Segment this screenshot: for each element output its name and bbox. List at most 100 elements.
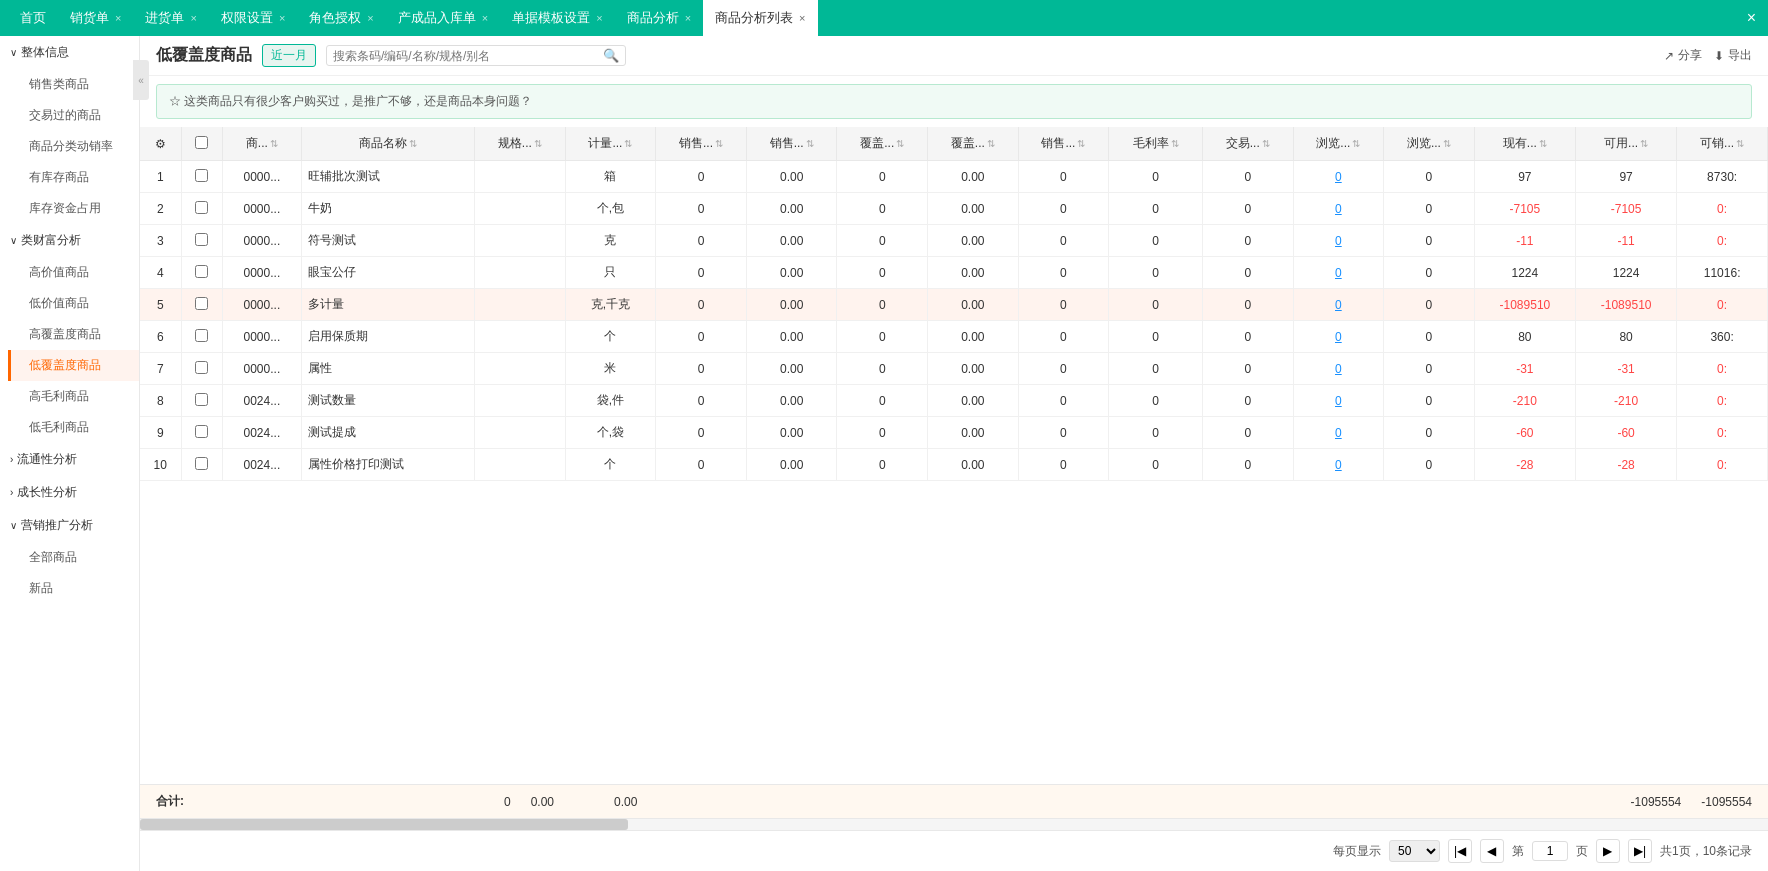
row-checkbox[interactable]	[195, 393, 208, 406]
close-icon[interactable]: ×	[279, 12, 285, 24]
th-cover1[interactable]: 覆盖...⇅	[837, 127, 928, 161]
table-cell: 1224	[1576, 257, 1677, 289]
th-cover2[interactable]: 覆盖...⇅	[928, 127, 1019, 161]
sidebar-collapse-button[interactable]: «	[133, 60, 149, 100]
th-sales-qty[interactable]: 销售...⇅	[656, 127, 747, 161]
row-checkbox[interactable]	[195, 265, 208, 278]
close-icon[interactable]: ×	[482, 12, 488, 24]
table-cell: -28	[1474, 449, 1575, 481]
share-button[interactable]: ↗ 分享	[1664, 47, 1702, 64]
select-all-checkbox[interactable]	[195, 136, 208, 149]
th-browse1[interactable]: 浏览...⇅	[1293, 127, 1384, 161]
th-sales3[interactable]: 销售...⇅	[1018, 127, 1109, 161]
table-cell: 80	[1576, 321, 1677, 353]
sidebar-item-high-profit[interactable]: 高毛利商品	[8, 381, 139, 412]
th-setting[interactable]: ⚙	[140, 127, 181, 161]
row-checkbox[interactable]	[195, 169, 208, 182]
table-cell	[475, 385, 566, 417]
nav-tab-purchase[interactable]: 进货单 ×	[133, 0, 208, 36]
table-cell	[181, 449, 222, 481]
prev-page-button[interactable]: ◀	[1480, 839, 1504, 863]
sidebar-section-overview[interactable]: ∨ 整体信息	[0, 36, 139, 69]
close-icon[interactable]: ×	[367, 12, 373, 24]
table-cell: 0	[1109, 353, 1203, 385]
th-name[interactable]: 商品名称⇅	[301, 127, 474, 161]
nav-tab-home[interactable]: 首页	[8, 0, 58, 36]
sidebar-item-category-rate[interactable]: 商品分类动销率	[8, 131, 139, 162]
horizontal-scrollbar[interactable]	[140, 818, 1768, 830]
nav-tab-inbound[interactable]: 产成品入库单 ×	[386, 0, 500, 36]
th-trade[interactable]: 交易...⇅	[1202, 127, 1293, 161]
sidebar-item-low-value[interactable]: 低价值商品	[8, 288, 139, 319]
sidebar-section-growth[interactable]: › 成长性分析	[0, 476, 139, 509]
sidebar-item-sales-goods[interactable]: 销售类商品	[8, 69, 139, 100]
close-icon[interactable]: ×	[685, 12, 691, 24]
last-page-button[interactable]: ▶|	[1628, 839, 1652, 863]
nav-tab-template[interactable]: 单据模板设置 ×	[500, 0, 614, 36]
row-checkbox[interactable]	[195, 457, 208, 470]
page-size-select[interactable]: 50 100 200	[1389, 840, 1440, 862]
date-filter-button[interactable]: 近一月	[262, 44, 316, 67]
th-current-stock[interactable]: 现有...⇅	[1474, 127, 1575, 161]
first-page-button[interactable]: |◀	[1448, 839, 1472, 863]
nav-tab-analysis[interactable]: 商品分析 ×	[615, 0, 703, 36]
search-box: 🔍	[326, 45, 626, 66]
th-checkbox[interactable]	[181, 127, 222, 161]
close-icon[interactable]: ×	[799, 12, 805, 24]
row-checkbox[interactable]	[195, 425, 208, 438]
table-cell: 0.00	[928, 193, 1019, 225]
table-cell: 0	[837, 161, 928, 193]
table-cell: 0000...	[222, 161, 301, 193]
sidebar-item-stock-capital[interactable]: 库存资金占用	[8, 193, 139, 224]
table-cell: 0024...	[222, 417, 301, 449]
row-checkbox[interactable]	[195, 361, 208, 374]
table-cell: 0.00	[928, 353, 1019, 385]
th-spec[interactable]: 规格...⇅	[475, 127, 566, 161]
export-icon: ⬇	[1714, 49, 1724, 63]
nav-tab-role[interactable]: 角色授权 ×	[297, 0, 385, 36]
table-cell: -11	[1474, 225, 1575, 257]
th-sales-amt[interactable]: 销售...⇅	[746, 127, 837, 161]
nav-tab-analysis-list[interactable]: 商品分析列表 ×	[703, 0, 817, 36]
th-unit[interactable]: 计量...⇅	[565, 127, 656, 161]
sidebar-item-high-coverage[interactable]: 高覆盖度商品	[8, 319, 139, 350]
sidebar-item-low-coverage[interactable]: 低覆盖度商品	[8, 350, 139, 381]
row-checkbox[interactable]	[195, 233, 208, 246]
pagination-bar: 每页显示 50 100 200 |◀ ◀ 第 页 ▶ ▶| 共1页，10条记录	[140, 830, 1768, 871]
sidebar-section-wealth[interactable]: ∨ 类财富分析	[0, 224, 139, 257]
nav-tab-permission[interactable]: 权限设置 ×	[209, 0, 297, 36]
sidebar-item-low-profit[interactable]: 低毛利商品	[8, 412, 139, 443]
sidebar-item-new-goods[interactable]: 新品	[8, 573, 139, 604]
sidebar-item-traded-goods[interactable]: 交易过的商品	[8, 100, 139, 131]
nav-tab-sales[interactable]: 销货单 ×	[58, 0, 133, 36]
row-checkbox[interactable]	[195, 329, 208, 342]
search-input[interactable]	[333, 49, 603, 63]
sidebar-item-all-goods[interactable]: 全部商品	[8, 542, 139, 573]
sidebar-item-high-value[interactable]: 高价值商品	[8, 257, 139, 288]
th-saleable[interactable]: 可销...⇅	[1677, 127, 1768, 161]
total-current-stock: -1095554	[1631, 795, 1682, 809]
table-cell: 0	[656, 321, 747, 353]
sidebar-section-marketing[interactable]: ∨ 营销推广分析	[0, 509, 139, 542]
close-all-button[interactable]: ×	[1747, 9, 1756, 27]
table-cell	[181, 257, 222, 289]
row-checkbox[interactable]	[195, 201, 208, 214]
th-gross-rate[interactable]: 毛利率⇅	[1109, 127, 1203, 161]
next-page-button[interactable]: ▶	[1596, 839, 1620, 863]
page-number-input[interactable]	[1532, 841, 1568, 861]
table-cell: 0	[656, 257, 747, 289]
sidebar-item-in-stock[interactable]: 有库存商品	[8, 162, 139, 193]
table-cell: 只	[565, 257, 656, 289]
table-row: 10000...旺辅批次测试箱00.0000.000000097978730:	[140, 161, 1768, 193]
table-cell: 0.00	[928, 161, 1019, 193]
row-checkbox[interactable]	[195, 297, 208, 310]
close-icon[interactable]: ×	[596, 12, 602, 24]
close-icon[interactable]: ×	[190, 12, 196, 24]
th-available[interactable]: 可用...⇅	[1576, 127, 1677, 161]
sidebar-section-liquidity[interactable]: › 流通性分析	[0, 443, 139, 476]
data-table-container[interactable]: ⚙ 商...⇅ 商品名称⇅ 规格...⇅ 计量...⇅ 销售...⇅ 销售...…	[140, 127, 1768, 784]
export-button[interactable]: ⬇ 导出	[1714, 47, 1752, 64]
close-icon[interactable]: ×	[115, 12, 121, 24]
th-browse2[interactable]: 浏览...⇅	[1384, 127, 1475, 161]
th-code[interactable]: 商...⇅	[222, 127, 301, 161]
